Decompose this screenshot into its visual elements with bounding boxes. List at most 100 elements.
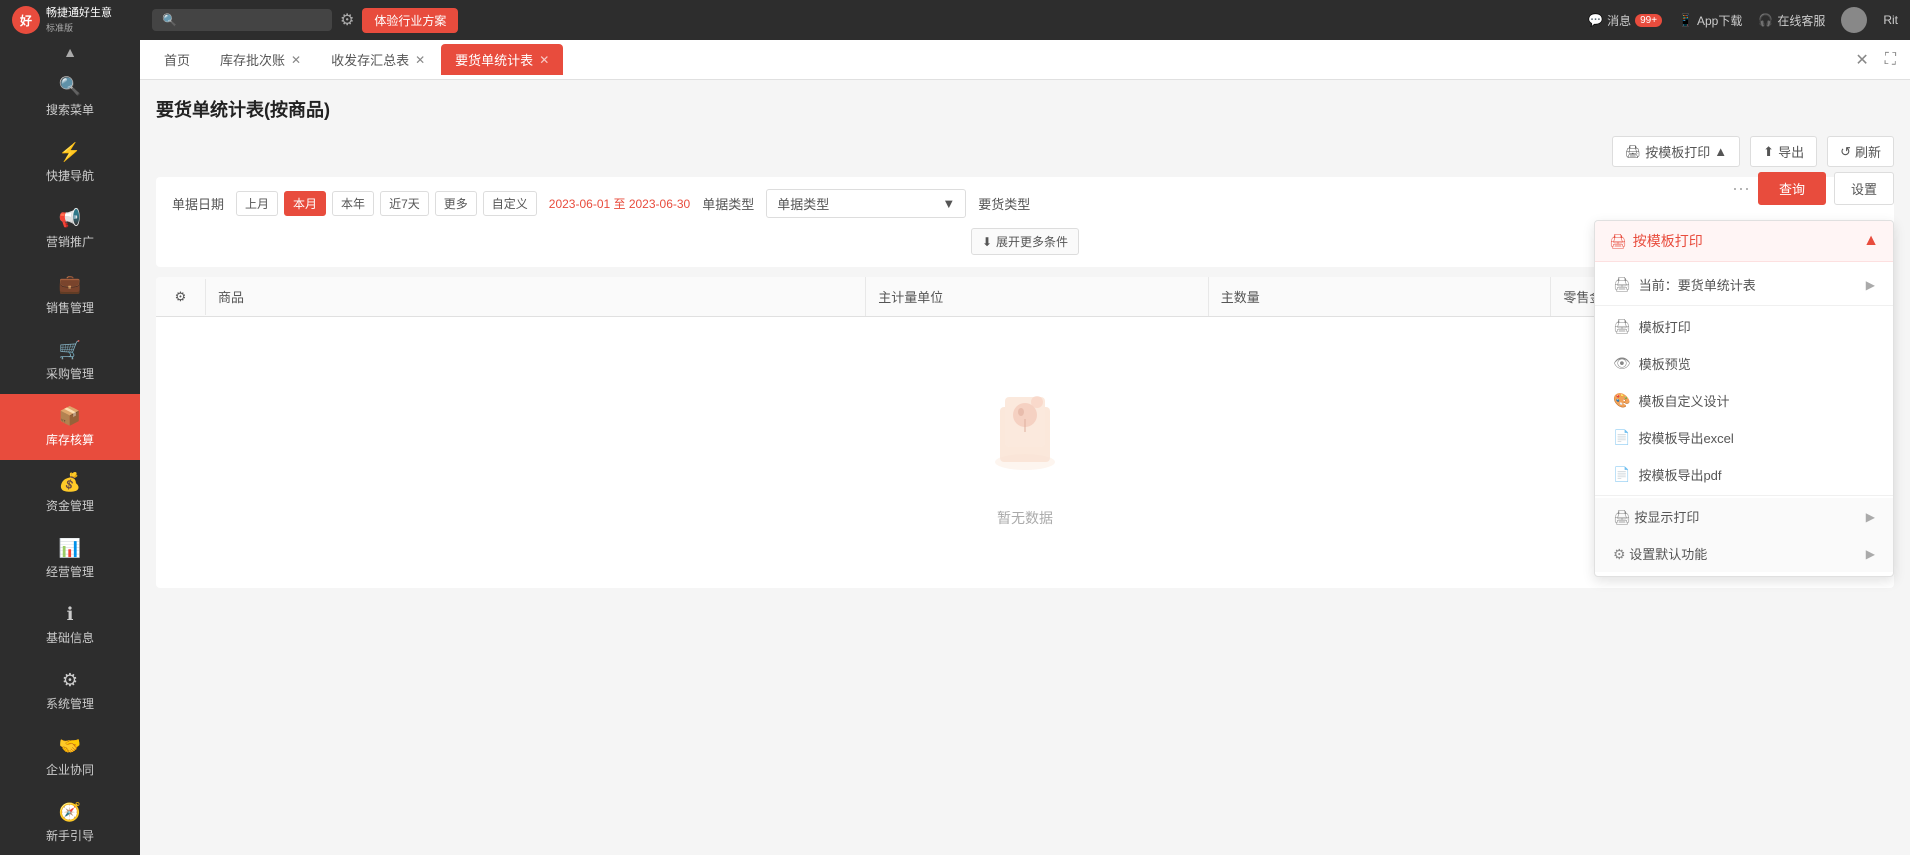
type-select[interactable]: 单据类型 ▼ [766, 189, 966, 218]
date-group: 上月 本月 本年 近7天 更多 自定义 [236, 191, 537, 216]
th-settings[interactable]: ⚙ [156, 279, 206, 315]
sidebar-item-operations[interactable]: 📊 经营管理 [0, 526, 140, 592]
th-quantity: 主数量 [1209, 277, 1552, 316]
topbar: 好 畅捷通好生意 标准版 🔍 ⚙ 体验行业方案 💬 消息 99+ 📱 App下载… [0, 0, 1910, 40]
print-btn[interactable]: 🖨 按模板打印 ▲ [1612, 136, 1740, 167]
sidebar-scroll-up[interactable]: ▲ [0, 40, 140, 64]
tab-home-label: 首页 [164, 50, 190, 69]
sidebar-item-label: 企业协同 [46, 761, 94, 778]
template-design-label: 模板自定义设计 [1638, 391, 1729, 410]
refresh-btn[interactable]: ↺ 刷新 [1827, 136, 1894, 167]
messages-btn[interactable]: 💬 消息 99+ [1588, 12, 1662, 29]
empty-illustration [975, 377, 1075, 496]
sidebar-item-purchase[interactable]: 🛒 采购管理 [0, 328, 140, 394]
sidebar-item-system[interactable]: ⚙ 系统管理 [0, 658, 140, 724]
tab-collection-summary-close[interactable]: ✕ [415, 53, 425, 67]
search-icon: 🔍 [162, 13, 177, 27]
guide-icon: 🧭 [59, 802, 81, 823]
dropdown-export-pdf[interactable]: 📄 按模板导出pdf [1595, 456, 1893, 493]
tab-order-stats-close[interactable]: ✕ [539, 53, 549, 67]
sidebar-item-label: 资金管理 [46, 497, 94, 514]
print-chevron-up: ▲ [1714, 144, 1727, 159]
sidebar-item-label: 营销推广 [46, 233, 94, 250]
app-download-btn[interactable]: 📱 App下载 [1678, 12, 1742, 29]
expand-conditions-btn[interactable]: ⬇ 展开更多条件 [971, 228, 1079, 255]
dropdown-divider-1 [1595, 305, 1893, 306]
print-header-icon: 🖨 [1609, 233, 1627, 250]
query-btn[interactable]: 查询 [1758, 172, 1826, 205]
avatar-icon [1841, 7, 1867, 33]
username[interactable]: Rit [1883, 13, 1898, 27]
system-icon: ⚙ [62, 670, 78, 691]
current-year-btn[interactable]: 本年 [332, 191, 374, 216]
dropdown-title-label: 按模板打印 [1633, 231, 1703, 251]
tab-maximize-icon[interactable]: ⛶ [1881, 47, 1900, 73]
tab-close-all-icon[interactable]: ✕ [1851, 46, 1872, 74]
more-options-icon[interactable]: ··· [1732, 178, 1750, 199]
basic-info-icon: ℹ [67, 604, 74, 625]
online-service-btn[interactable]: 🎧 在线客服 [1758, 12, 1825, 29]
sidebar-item-finance[interactable]: 💰 资金管理 [0, 460, 140, 526]
user-avatar[interactable] [1841, 7, 1867, 33]
refresh-label: 刷新 [1855, 142, 1881, 161]
dropdown-header: 🖨 按模板打印 ▲ [1595, 221, 1893, 262]
dropdown-current-template[interactable]: 🖨 当前：要货单统计表 ▶ [1595, 266, 1893, 303]
template-preview-label: 模板预览 [1639, 354, 1691, 373]
tab-order-stats[interactable]: 要货单统计表 ✕ [441, 44, 563, 75]
export-excel-label: 按模板导出excel [1638, 428, 1733, 447]
sidebar: ▲ 🔍 搜索菜单 ⚡ 快捷导航 📢 营销推广 💼 销售管理 🛒 采购管理 📦 库… [0, 40, 140, 855]
settings-btn[interactable]: 设置 [1834, 172, 1894, 205]
prev-month-btn[interactable]: 上月 [236, 191, 278, 216]
online-service-label: 在线客服 [1777, 12, 1825, 29]
type-label: 单据类型 [702, 194, 754, 213]
th-unit: 主计量单位 [866, 277, 1209, 316]
type-placeholder: 单据类型 [777, 194, 829, 213]
tab-inventory-batch-close[interactable]: ✕ [291, 53, 301, 67]
sidebar-item-quick-nav[interactable]: ⚡ 快捷导航 [0, 130, 140, 196]
date-range: 2023-06-01 至 2023-06-30 [549, 195, 690, 212]
dropdown-default-func[interactable]: ⚙ 设置默认功能 ▶ [1595, 535, 1893, 572]
sidebar-item-label: 销售管理 [46, 299, 94, 316]
app-version: 标准版 [46, 21, 112, 34]
tab-home[interactable]: 首页 [150, 44, 204, 75]
sidebar-item-label: 基础信息 [46, 629, 94, 646]
topbar-right: 💬 消息 99+ 📱 App下载 🎧 在线客服 Rit [1588, 7, 1898, 33]
dropdown-template-preview[interactable]: 👁 模板预览 [1595, 345, 1893, 382]
finance-icon: 💰 [59, 472, 81, 493]
topbar-search-area: 🔍 ⚙ 体验行业方案 [152, 8, 1588, 33]
settings-icon[interactable]: ⚙ [340, 10, 354, 30]
logo: 好 畅捷通好生意 标准版 [12, 6, 152, 34]
display-print-label: 按显示打印 [1634, 510, 1699, 525]
tab-inventory-batch[interactable]: 库存批次账 ✕ [206, 44, 315, 75]
sidebar-item-enterprise[interactable]: 🤝 企业协同 [0, 724, 140, 790]
more-btn[interactable]: 更多 [435, 191, 477, 216]
sidebar-item-search-menu[interactable]: 🔍 搜索菜单 [0, 64, 140, 130]
export-label: 导出 [1778, 142, 1804, 161]
template-print-icon: 🖨 [1613, 318, 1631, 335]
sidebar-item-label: 经营管理 [46, 563, 94, 580]
trial-btn[interactable]: 体验行业方案 [362, 8, 458, 33]
dropdown-template-print[interactable]: 🖨 模板打印 [1595, 308, 1893, 345]
th-product: 商品 [206, 277, 866, 316]
filter-row-1: 单据日期 上月 本月 本年 近7天 更多 自定义 2023-06-01 至 20… [172, 189, 1878, 218]
last7days-btn[interactable]: 近7天 [380, 191, 429, 216]
page-title: 要货单统计表(按商品) [156, 96, 1894, 122]
sidebar-item-guide[interactable]: 🧭 新手引导 [0, 790, 140, 855]
dropdown-display-print[interactable]: 🖨 按显示打印 ▶ [1595, 498, 1893, 535]
custom-btn[interactable]: 自定义 [483, 191, 537, 216]
current-month-btn[interactable]: 本月 [284, 191, 326, 216]
dropdown-export-excel[interactable]: 📄 按模板导出excel [1595, 419, 1893, 456]
export-btn[interactable]: ⬆ 导出 [1750, 136, 1817, 167]
quick-nav-icon: ⚡ [59, 142, 81, 163]
search-box[interactable]: 🔍 [152, 9, 332, 31]
tab-collection-summary[interactable]: 收发存汇总表 ✕ [317, 44, 439, 75]
dropdown-close-btn[interactable]: ▲ [1863, 232, 1879, 250]
export-icon: ⬆ [1763, 144, 1774, 160]
sidebar-item-sales[interactable]: 💼 销售管理 [0, 262, 140, 328]
sidebar-item-inventory[interactable]: 📦 库存核算 [0, 394, 140, 460]
refresh-icon: ↺ [1840, 144, 1851, 160]
sidebar-item-basic-info[interactable]: ℹ 基础信息 [0, 592, 140, 658]
dropdown-template-design[interactable]: 🎨 模板自定义设计 [1595, 382, 1893, 419]
sidebar-item-marketing[interactable]: 📢 营销推广 [0, 196, 140, 262]
expand-icon: ⬇ [982, 235, 992, 249]
